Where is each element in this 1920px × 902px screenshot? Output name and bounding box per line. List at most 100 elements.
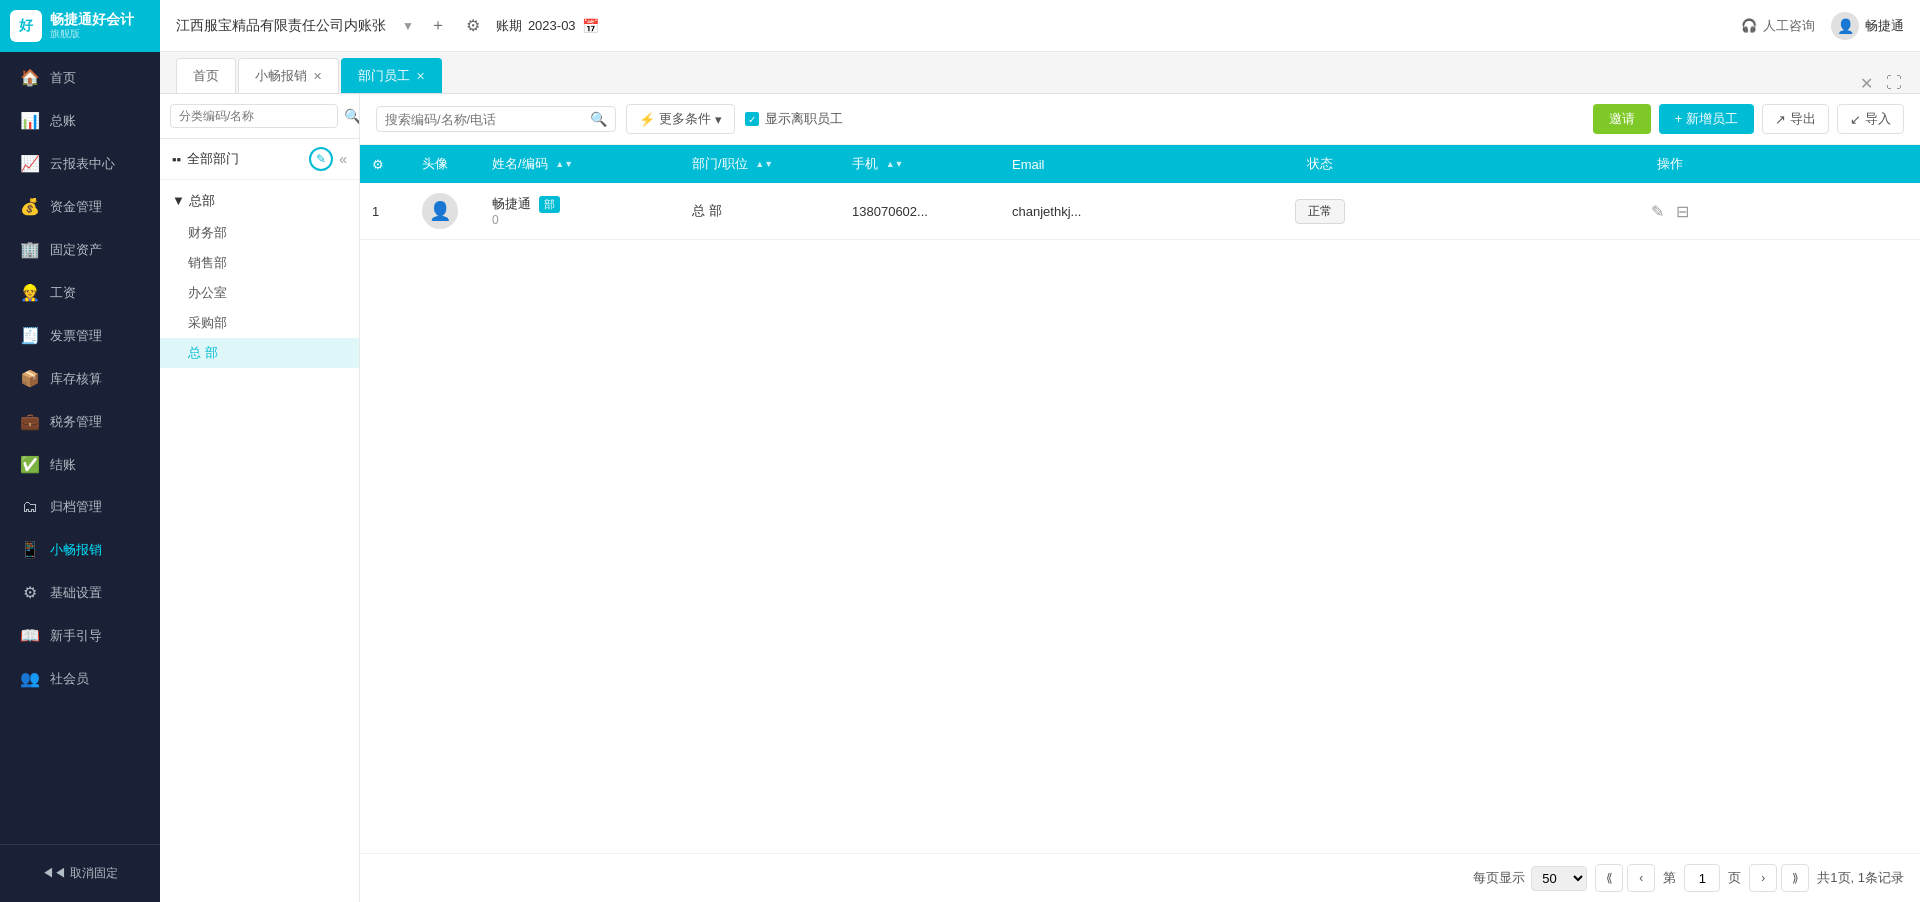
sidebar-item-expense[interactable]: 📱 小畅报销 <box>0 528 160 571</box>
employee-name: 畅捷通 部 <box>492 195 668 213</box>
th-settings: ⚙ <box>360 145 410 183</box>
sidebar-item-ledger[interactable]: 📊 总账 <box>0 99 160 142</box>
sidebar-item-close[interactable]: ✅ 结账 <box>0 443 160 486</box>
dept-tree-parent-head: ▼ 总部 <box>160 184 359 218</box>
maximize-window-icon[interactable]: ⛶ <box>1884 73 1904 93</box>
calendar-icon[interactable]: 📅 <box>582 18 599 34</box>
sidebar-label-close: 结账 <box>50 456 76 474</box>
tab-expense-close[interactable]: ✕ <box>313 70 322 83</box>
export-button[interactable]: ↗ 导出 <box>1762 104 1829 134</box>
th-avatar: 头像 <box>410 145 480 183</box>
employee-toolbar: 🔍 ⚡ 更多条件 ▾ ✓ 显示离职员工 邀请 + 新增员工 <box>360 94 1920 145</box>
filter-button[interactable]: ⚡ 更多条件 ▾ <box>626 104 735 134</box>
dept-tree-bangongshi[interactable]: 办公室 <box>160 278 359 308</box>
invite-button[interactable]: 邀请 <box>1593 104 1651 134</box>
tab-home[interactable]: 首页 <box>176 58 236 93</box>
logout-employee-button[interactable]: ⊟ <box>1672 199 1693 224</box>
page-size-select[interactable]: 50 100 200 <box>1531 866 1587 891</box>
import-button[interactable]: ↙ 导入 <box>1837 104 1904 134</box>
sidebar-item-home[interactable]: 🏠 首页 <box>0 56 160 99</box>
user-menu[interactable]: 👤 畅捷通 <box>1831 12 1904 40</box>
sidebar-item-invoice[interactable]: 🧾 发票管理 <box>0 314 160 357</box>
dept-tree-caigoubu[interactable]: 采购部 <box>160 308 359 338</box>
sidebar-bottom: ◀◀ 取消固定 <box>0 844 160 902</box>
dept-tree-caiwubu[interactable]: 财务部 <box>160 218 359 248</box>
sidebar-label-expense: 小畅报销 <box>50 541 102 559</box>
sidebar-label-invoice: 发票管理 <box>50 327 102 345</box>
th-name-sort-icon: ▲▼ <box>555 160 573 169</box>
sidebar-item-funds[interactable]: 💰 资金管理 <box>0 185 160 228</box>
cell-actions: ✎ ⊟ <box>1420 183 1920 240</box>
cell-row-num: 1 <box>360 183 410 240</box>
close-icon: ✅ <box>20 455 40 474</box>
dept-header-left: ▪▪ 全部部门 <box>172 150 239 168</box>
show-inactive-checkbox[interactable]: ✓ <box>745 112 759 126</box>
first-page-button[interactable]: ⟪ <box>1595 864 1623 892</box>
cancel-fixed-button[interactable]: ◀◀ 取消固定 <box>0 855 160 892</box>
dept-panel: 🔍 ▪▪ 全部部门 ✎ « ▼ 总部 财务部 销售部 办公室 <box>160 94 360 902</box>
dept-grid-icon: ▪▪ <box>172 152 181 167</box>
invoice-icon: 🧾 <box>20 326 40 345</box>
tab-department[interactable]: 部门员工 ✕ <box>341 58 442 93</box>
dept-edit-button[interactable]: ✎ <box>309 147 333 171</box>
sidebar-item-reports[interactable]: 📈 云报表中心 <box>0 142 160 185</box>
th-phone[interactable]: 手机 ▲▼ <box>840 145 1000 183</box>
company-name[interactable]: 江西服宝精品有限责任公司内账张 <box>176 17 386 35</box>
salary-icon: 👷 <box>20 283 40 302</box>
dept-all-label: 全部部门 <box>187 150 239 168</box>
dept-tree-zongbu[interactable]: 总 部 <box>160 338 359 368</box>
sidebar-item-guide[interactable]: 📖 新手引导 <box>0 614 160 657</box>
company-dropdown-icon[interactable]: ▼ <box>402 19 414 33</box>
sidebar-item-assets[interactable]: 🏢 固定资产 <box>0 228 160 271</box>
filter-chevron-icon: ▾ <box>715 112 722 127</box>
last-page-button[interactable]: ⟫ <box>1781 864 1809 892</box>
status-badge: 正常 <box>1295 199 1345 224</box>
th-name[interactable]: 姓名/编码 ▲▼ <box>480 145 680 183</box>
filter-label: 更多条件 <box>659 110 711 128</box>
dept-tree-xiaoshoubu[interactable]: 销售部 <box>160 248 359 278</box>
sidebar-label-tax: 税务管理 <box>50 413 102 431</box>
employee-panel: 🔍 ⚡ 更多条件 ▾ ✓ 显示离职员工 邀请 + 新增员工 <box>360 94 1920 902</box>
tab-expense[interactable]: 小畅报销 ✕ <box>238 58 339 93</box>
dept-search-input[interactable] <box>170 104 338 128</box>
sidebar-label-settings: 基础设置 <box>50 584 102 602</box>
th-dept[interactable]: 部门/职位 ▲▼ <box>680 145 840 183</box>
cell-email: chanjethkj... <box>1000 183 1220 240</box>
tabs-bar: 首页 小畅报销 ✕ 部门员工 ✕ ✕ ⛶ <box>160 52 1920 94</box>
cell-status: 正常 <box>1220 183 1420 240</box>
dept-tree: ▼ 总部 财务部 销售部 办公室 采购部 总 部 <box>160 180 359 902</box>
guide-icon: 📖 <box>20 626 40 645</box>
topbar-settings-icon[interactable]: ⚙ <box>462 12 484 39</box>
sidebar-label-inventory: 库存核算 <box>50 370 102 388</box>
page-number-input[interactable] <box>1684 864 1720 892</box>
close-window-icon[interactable]: ✕ <box>1856 73 1876 93</box>
period-display: 账期 2023-03 📅 <box>496 17 599 35</box>
sidebar-item-inventory[interactable]: 📦 库存核算 <box>0 357 160 400</box>
sidebar-item-settings[interactable]: ⚙ 基础设置 <box>0 571 160 614</box>
sidebar: 好 畅捷通好会计 旗舰版 🏠 首页 📊 总账 📈 云报表中心 💰 资金管理 🏢 … <box>0 0 160 902</box>
sidebar-logo: 好 畅捷通好会计 旗舰版 <box>0 0 160 52</box>
dept-collapse-icon[interactable]: « <box>339 151 347 167</box>
sidebar-item-tax[interactable]: 💼 税务管理 <box>0 400 160 443</box>
th-dept-sort-icon: ▲▼ <box>755 160 773 169</box>
app-version: 旗舰版 <box>50 27 134 41</box>
show-inactive-label: 显示离职员工 <box>765 110 843 128</box>
next-page-button[interactable]: › <box>1749 864 1777 892</box>
cell-phone: 138070602... <box>840 183 1000 240</box>
prev-page-button[interactable]: ‹ <box>1627 864 1655 892</box>
tab-department-close[interactable]: ✕ <box>416 70 425 83</box>
show-inactive-toggle[interactable]: ✓ 显示离职员工 <box>745 110 843 128</box>
add-employee-button[interactable]: + 新增员工 <box>1659 104 1754 134</box>
add-tab-button[interactable]: ＋ <box>426 11 450 40</box>
edit-employee-button[interactable]: ✎ <box>1647 199 1668 224</box>
sidebar-item-archive[interactable]: 🗂 归档管理 <box>0 486 160 528</box>
sidebar-item-social[interactable]: 👥 社会员 <box>0 657 160 700</box>
dept-search-icon[interactable]: 🔍 <box>344 108 360 124</box>
sidebar-item-salary[interactable]: 👷 工资 <box>0 271 160 314</box>
sidebar-label-salary: 工资 <box>50 284 76 302</box>
settings-gear-icon[interactable]: ⚙ <box>372 157 384 172</box>
expense-icon: 📱 <box>20 540 40 559</box>
employee-search-input[interactable] <box>385 112 584 127</box>
employee-search-icon[interactable]: 🔍 <box>590 111 607 127</box>
service-button[interactable]: 🎧 人工咨询 <box>1741 17 1815 35</box>
